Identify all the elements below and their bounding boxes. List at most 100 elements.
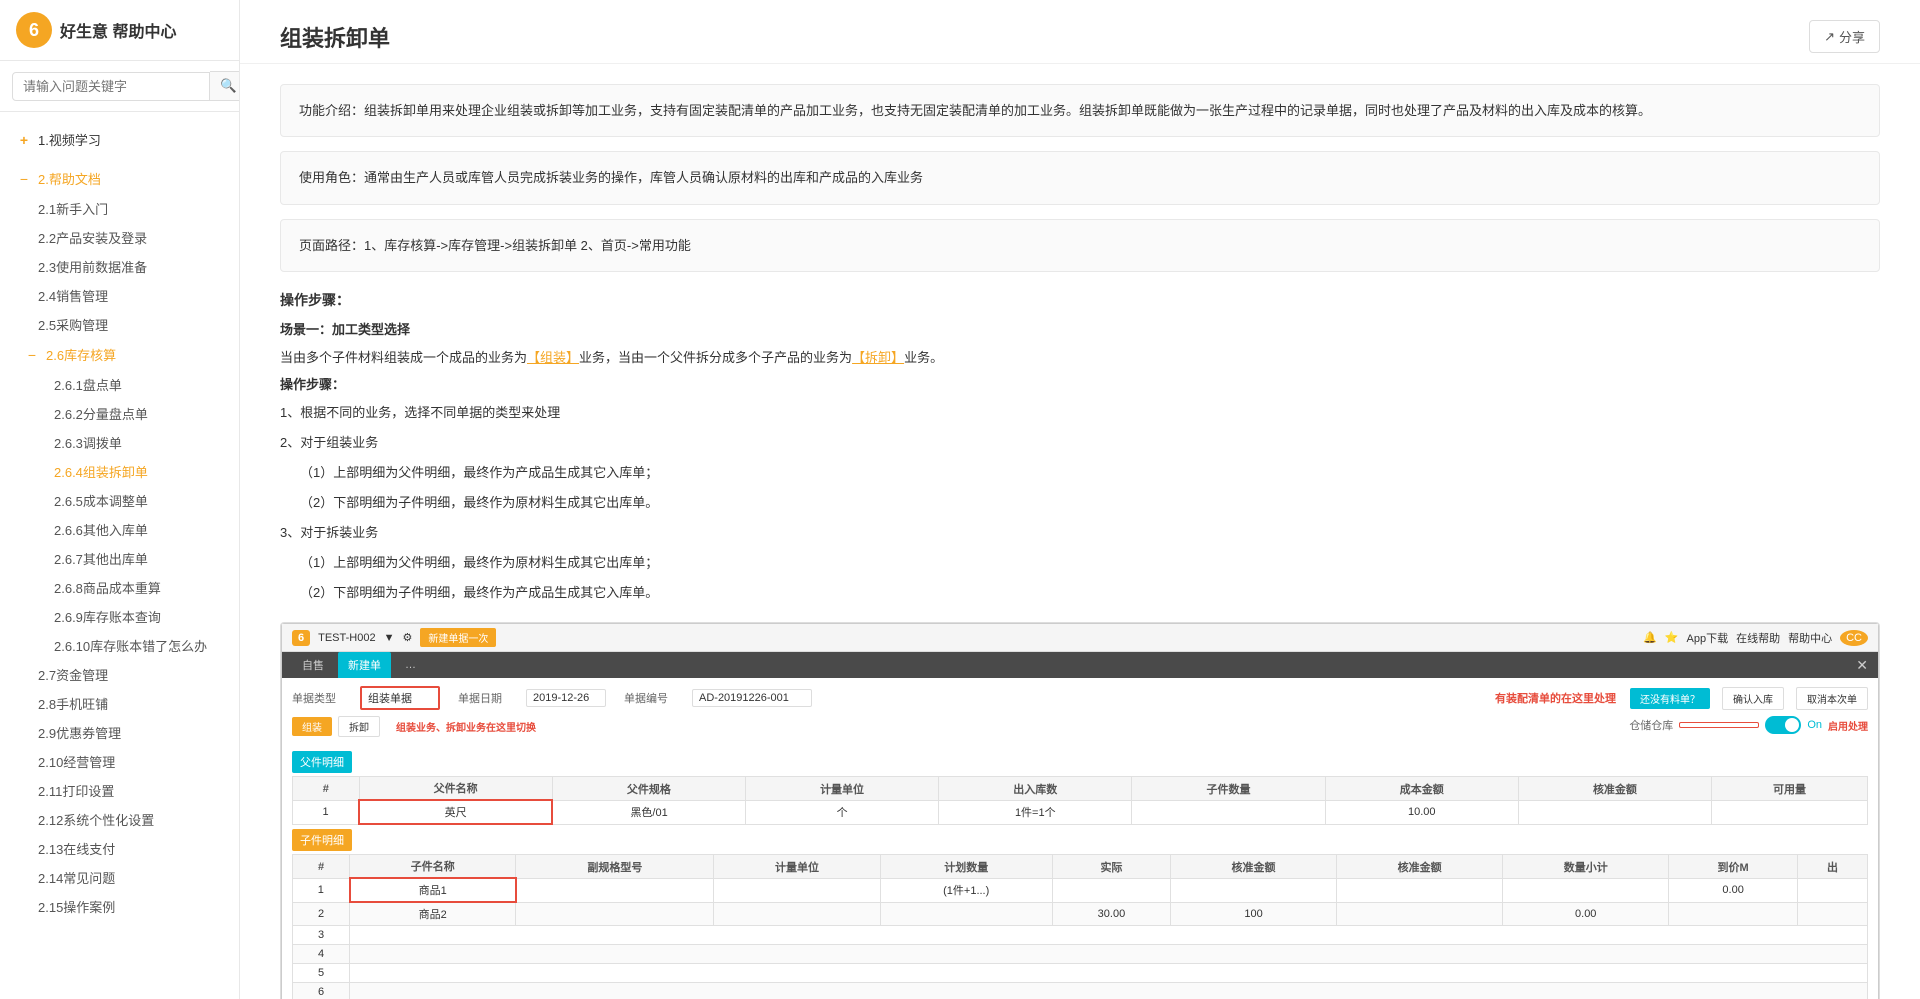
search-button[interactable]: 🔍 <box>210 71 240 101</box>
app-logo: 6 <box>16 12 52 48</box>
main-content-area: 组装拆卸单 ↗ 分享 功能介绍：组装拆卸单用来处理企业组装或拆卸等加工业务，支持… <box>240 0 1920 999</box>
btn-subtype-assemble[interactable]: 组装 <box>292 717 332 736</box>
nav-tab-new[interactable]: 新建单 <box>338 652 391 678</box>
page-title: 组装拆卸单 <box>280 21 390 53</box>
path-intro-text: 页面路径：1、库存核算->库存管理->组装拆卸单 2、首页->常用功能 <box>299 238 691 253</box>
sidebar: 6 好生意 帮助中心 🔍 + 1.视频学习 − 2.帮助文档 2.1新手入门 2… <box>0 0 240 999</box>
cell-num: 1 <box>293 800 360 824</box>
upper-table: # 父件名称 父件规格 计量单位 出入库数 子件数量 成本金额 核准金额 可用量 <box>292 776 1868 825</box>
sidebar-item-inventory[interactable]: − 2.6库存核算 <box>0 339 239 370</box>
sidebar-item-settings[interactable]: 2.12系统个性化设置 <box>0 805 239 834</box>
btn-new-record[interactable]: 新建单据一次 <box>420 628 496 647</box>
share-icon: ↗ <box>1824 29 1835 45</box>
topbar-settings-icon: ⚙ <box>402 631 412 644</box>
app-system-id: TEST-H002 <box>318 632 375 644</box>
sidebar-item-261[interactable]: 2.6.1盘点单 <box>0 370 239 399</box>
enable-toggle[interactable] <box>1765 716 1801 734</box>
sidebar-item-install[interactable]: 2.2产品安装及登录 <box>0 223 239 252</box>
nav-section-2: − 2.帮助文档 2.1新手入门 2.2产品安装及登录 2.3使用前数据准备 2… <box>0 159 239 925</box>
topbar-help: 在线帮助 <box>1736 630 1780 646</box>
sidebar-item-coupon[interactable]: 2.9优惠券管理 <box>0 718 239 747</box>
sidebar-item-269[interactable]: 2.6.9库存账本查询 <box>0 602 239 631</box>
topbar-left: 6 TEST-H002 ▼ ⚙ 新建单据一次 <box>292 628 496 647</box>
step2-1: （1）上部明细为父件明细，最终作为产成品生成其它入库单； <box>280 460 1880 486</box>
sidebar-item-faq[interactable]: 2.14常见问题 <box>0 863 239 892</box>
topbar-user-avatar: CC <box>1840 630 1868 646</box>
sidebar-item-268[interactable]: 2.6.8商品成本重算 <box>0 573 239 602</box>
sidebar-item-cases[interactable]: 2.15操作案例 <box>0 892 239 921</box>
table-row: 1 英尺 黑色/01 个 1件=1个 10.00 <box>293 800 1868 824</box>
no-value[interactable]: AD-20191226-001 <box>692 689 812 707</box>
sidebar-item-newbie[interactable]: 2.1新手入门 <box>0 194 239 223</box>
sidebar-item-docs[interactable]: − 2.帮助文档 <box>0 163 239 194</box>
share-button[interactable]: ↗ 分享 <box>1809 20 1880 53</box>
lcol-spec: 副规格型号 <box>516 855 714 879</box>
main-body: 功能介绍：组装拆卸单用来处理企业组装或拆卸等加工业务，支持有固定装配清单的产品加… <box>240 64 1920 999</box>
sidebar-item-263[interactable]: 2.6.3调拨单 <box>0 428 239 457</box>
role-intro-block: 使用角色：通常由生产人员或库管人员完成拆装业务的操作，库管人员确认原材料的出库和… <box>280 151 1880 204</box>
feature-intro-text: 功能介绍：组装拆卸单用来处理企业组装或拆卸等加工业务，支持有固定装配清单的产品加… <box>299 103 1651 118</box>
nav-tab-more[interactable]: … <box>395 654 426 676</box>
type-value[interactable]: 组装单据 <box>360 686 440 710</box>
upper-section-label: 父件明细 <box>292 751 352 773</box>
btn-confirm[interactable]: 确认入库 <box>1722 687 1784 710</box>
sidebar-item-payment[interactable]: 2.13在线支付 <box>0 834 239 863</box>
lcol-subtotal: 数量小计 <box>1503 855 1669 879</box>
lower-table: # 子件名称 副规格型号 计量单位 计划数量 实际 核准金额 核准金额 数量小计… <box>292 854 1868 999</box>
nav-tab-home[interactable]: 自售 <box>292 652 334 678</box>
topbar-helpcenter: 帮助中心 <box>1788 630 1832 646</box>
warehouse-value[interactable] <box>1679 722 1759 728</box>
no-label: 单据编号 <box>624 690 684 706</box>
cell-cost: 10.00 <box>1325 800 1518 824</box>
sidebar-item-265[interactable]: 2.6.5成本调整单 <box>0 486 239 515</box>
cell-child-qty <box>1132 800 1325 824</box>
feature-intro-block: 功能介绍：组装拆卸单用来处理企业组装或拆卸等加工业务，支持有固定装配清单的产品加… <box>280 84 1880 137</box>
col-inout-qty: 出入库数 <box>939 777 1132 801</box>
topbar-right: 🔔 ⭐ App下载 在线帮助 帮助中心 CC <box>1643 630 1868 646</box>
nav-close-icon[interactable]: ✕ <box>1856 657 1868 674</box>
btn-cancel[interactable]: 取消本次单 <box>1796 687 1868 710</box>
lower-section-label: 子件明细 <box>292 829 352 851</box>
col-cost: 成本金额 <box>1325 777 1518 801</box>
sidebar-item-purchase[interactable]: 2.5采购管理 <box>0 310 239 339</box>
steps-title: 操作步骤： <box>280 286 1880 314</box>
subtype-area: 组装 拆卸 组装业务、拆卸业务在这里切换 <box>292 716 536 737</box>
sidebar-item-264[interactable]: 2.6.4组装拆卸单 <box>0 457 239 486</box>
sidebar-item-262[interactable]: 2.6.2分量盘点单 <box>0 399 239 428</box>
sidebar-item-mobile[interactable]: 2.8手机旺铺 <box>0 689 239 718</box>
col-child-qty: 子件数量 <box>1132 777 1325 801</box>
col-num: # <box>293 777 360 801</box>
warehouse-label: 仓储仓库 <box>1629 717 1673 733</box>
upper-table-section: 父件明细 # 父件名称 父件规格 计量单位 出入库数 子件数量 成本金额 <box>282 751 1878 825</box>
annotation-3: 启用处理 <box>1828 718 1868 733</box>
search-input[interactable] <box>12 72 210 101</box>
btn-subtype-disassemble[interactable]: 拆卸 <box>338 716 380 737</box>
lower-table-section: 子件明细 # 子件名称 副规格型号 计量单位 计划数量 实际 核准金额 <box>282 825 1878 999</box>
lcol-name: 子件名称 <box>350 855 516 879</box>
sidebar-item-2610[interactable]: 2.6.10库存账本错了怎么办 <box>0 631 239 660</box>
search-bar: 🔍 <box>0 61 239 112</box>
sidebar-item-finance[interactable]: 2.7资金管理 <box>0 660 239 689</box>
date-label: 单据日期 <box>458 690 518 706</box>
sidebar-nav: + 1.视频学习 − 2.帮助文档 2.1新手入门 2.2产品安装及登录 2.3… <box>0 112 239 999</box>
sidebar-item-sales[interactable]: 2.4销售管理 <box>0 281 239 310</box>
col-approved-cost: 核准金额 <box>1518 777 1711 801</box>
form-row-2: 组装 拆卸 组装业务、拆卸业务在这里切换 仓储仓库 On 启用处理 <box>292 716 1868 737</box>
sidebar-item-videos[interactable]: + 1.视频学习 <box>0 124 239 155</box>
sidebar-item-print[interactable]: 2.11打印设置 <box>0 776 239 805</box>
col-parent-spec: 父件规格 <box>552 777 745 801</box>
collapse-icon-26: − <box>24 347 40 363</box>
sidebar-item-267[interactable]: 2.6.7其他出库单 <box>0 544 239 573</box>
topbar-apps: App下载 <box>1687 630 1729 646</box>
sidebar-item-prepare[interactable]: 2.3使用前数据准备 <box>0 252 239 281</box>
sidebar-item-266[interactable]: 2.6.6其他入库单 <box>0 515 239 544</box>
scene1-desc1: 当由多个子件材料组装成一个成品的业务为【组装】业务，当由一个父件拆分成多个子产品… <box>280 346 1880 369</box>
app-screenshot: 6 TEST-H002 ▼ ⚙ 新建单据一次 🔔 ⭐ App下载 在线帮助 帮助… <box>281 623 1879 999</box>
sidebar-item-manage[interactable]: 2.10经营管理 <box>0 747 239 776</box>
date-value[interactable]: 2019-12-26 <box>526 689 606 707</box>
annotation-1: 有装配清单的在这里处理 <box>1495 690 1616 706</box>
lower-table-row: 4 <box>293 945 1868 964</box>
col-available: 可用量 <box>1712 777 1868 801</box>
btn-bom[interactable]: 还没有料单？ <box>1630 688 1710 709</box>
main-header: 组装拆卸单 ↗ 分享 <box>240 0 1920 64</box>
